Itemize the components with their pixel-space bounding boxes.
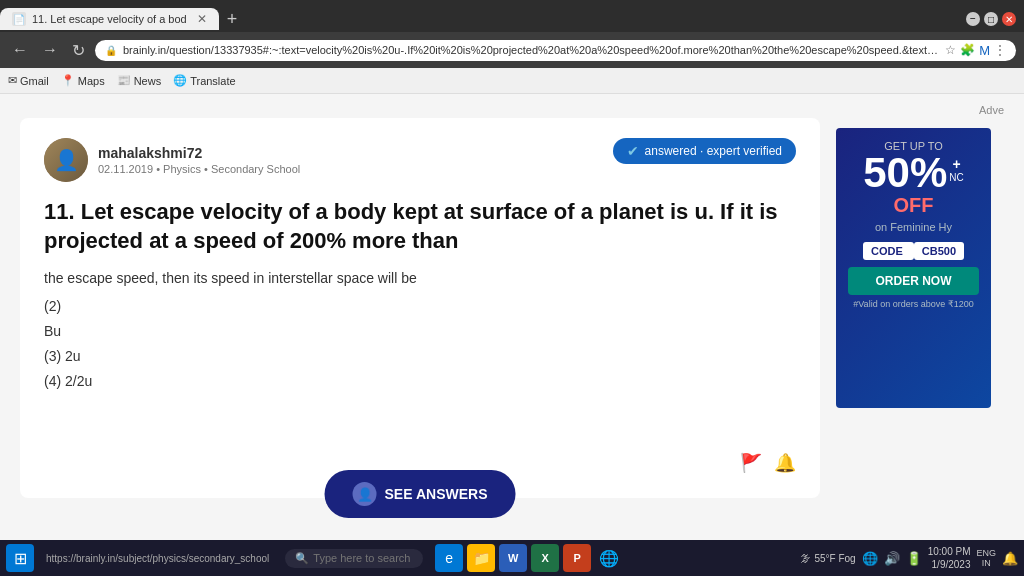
time: 10:00 PM xyxy=(928,545,971,558)
bookmarks-bar: ✉ Gmail 📍 Maps 📰 News 🌐 Translate xyxy=(0,68,1024,94)
lock-icon: 🔒 xyxy=(105,45,117,56)
weather-text: 55°F Fog xyxy=(814,553,855,564)
ad-sidebar: GET UP TO 50% + NC OFF on Feminine Hy CO… xyxy=(836,128,991,408)
menu-icon[interactable]: ⋮ xyxy=(994,43,1006,57)
bookmark-translate[interactable]: 🌐 Translate xyxy=(173,74,235,87)
avatar-image: 👤 xyxy=(44,138,88,182)
avatar: 👤 xyxy=(44,138,88,182)
start-button[interactable]: ⊞ xyxy=(6,544,34,572)
taskbar-search-bar[interactable]: 🔍 xyxy=(285,549,423,568)
ad-code: CB500 xyxy=(914,242,964,260)
close-button[interactable]: ✕ xyxy=(1002,12,1016,26)
weather-info: 🌫 55°F Fog xyxy=(801,553,855,564)
taskbar: ⊞ https://brainly.in/subject/physics/sec… xyxy=(0,540,1024,576)
answered-badge: ✔ answered · expert verified xyxy=(613,138,796,164)
bookmark-gmail[interactable]: ✉ Gmail xyxy=(8,74,49,87)
username: mahalakshmi72 xyxy=(98,145,300,161)
maps-icon: 📍 xyxy=(61,74,75,87)
user-meta: 02.11.2019 • Physics • Secondary School xyxy=(98,163,300,175)
taskbar-app-word[interactable]: W xyxy=(499,544,527,572)
tab-bar: 📄 11. Let escape velocity of a bod ✕ + −… xyxy=(0,0,1024,32)
address-bar-row: ← → ↻ 🔒 brainly.in/question/13337935#:~:… xyxy=(0,32,1024,68)
forward-button[interactable]: → xyxy=(38,39,62,61)
bookmark-maps[interactable]: 📍 Maps xyxy=(61,74,105,87)
news-icon: 📰 xyxy=(117,74,131,87)
battery-icon: 🔋 xyxy=(906,551,922,566)
gmail-icon: ✉ xyxy=(8,74,17,87)
question-card: 👤 mahalakshmi72 02.11.2019 • Physics • S… xyxy=(20,118,820,498)
tab-favicon: 📄 xyxy=(12,12,26,26)
ad-content: GET UP TO 50% + NC OFF on Feminine Hy CO… xyxy=(836,128,991,408)
address-bar[interactable]: 🔒 brainly.in/question/13337935#:~:text=v… xyxy=(95,40,1016,61)
back-button[interactable]: ← xyxy=(8,39,32,61)
see-answers-avatar: 👤 xyxy=(353,482,377,506)
bookmark-star-icon[interactable]: ☆ xyxy=(945,43,956,57)
bookmark-gmail-label: Gmail xyxy=(20,75,49,87)
profile-icon[interactable]: M xyxy=(979,43,990,58)
taskbar-app-files[interactable]: 📁 xyxy=(467,544,495,572)
page-content: Adve 👤 mahalakshmi72 xyxy=(0,94,1024,540)
ad-on: on Feminine Hy xyxy=(848,221,979,233)
network-icon: 🌐 xyxy=(862,551,878,566)
ad-percent: 50% xyxy=(863,152,947,194)
search-icon: 🔍 xyxy=(295,552,309,565)
taskbar-system-icons: 🌫 55°F Fog 🌐 🔊 🔋 10:00 PM 1/9/2023 ENG I… xyxy=(801,545,1018,571)
maximize-button[interactable]: □ xyxy=(984,12,998,26)
taskbar-apps: e 📁 W X P 🌐 xyxy=(435,544,623,572)
translate-icon: 🌐 xyxy=(173,74,187,87)
time-info: 10:00 PM 1/9/2023 xyxy=(928,545,971,571)
bookmark-maps-label: Maps xyxy=(78,75,105,87)
refresh-button[interactable]: ↻ xyxy=(68,39,89,62)
taskbar-app-chrome[interactable]: 🌐 xyxy=(595,544,623,572)
bookmark-news[interactable]: 📰 News xyxy=(117,74,162,87)
address-bar-actions: ☆ 🧩 M ⋮ xyxy=(945,43,1006,58)
see-answers-label: SEE ANSWERS xyxy=(385,486,488,502)
weather-icon: 🌫 xyxy=(801,553,811,564)
new-tab-button[interactable]: + xyxy=(219,9,246,30)
taskbar-app-edge[interactable]: e xyxy=(435,544,463,572)
date: 1/9/2023 xyxy=(928,558,971,571)
taskbar-app-powerpoint[interactable]: P xyxy=(563,544,591,572)
question-title: 11. Let escape velocity of a body kept a… xyxy=(44,198,796,255)
check-icon: ✔ xyxy=(627,143,639,159)
bottom-actions: 🚩 🔔 xyxy=(740,452,796,474)
user-info: 👤 mahalakshmi72 02.11.2019 • Physics • S… xyxy=(44,138,300,182)
ad-off: OFF xyxy=(848,194,979,217)
ad-label: Adve xyxy=(20,104,1004,116)
question-options: (2) Bu (3) 2u (4) 2/2u xyxy=(44,294,796,395)
window-controls: − □ ✕ xyxy=(966,12,1024,26)
badge-text: answered · expert verified xyxy=(645,144,782,158)
active-tab[interactable]: 📄 11. Let escape velocity of a bod ✕ xyxy=(0,8,219,30)
tab-close-button[interactable]: ✕ xyxy=(197,12,207,26)
lang-info: ENG IN xyxy=(976,548,996,568)
taskbar-url: https://brainly.in/subject/physics/secon… xyxy=(38,553,277,564)
question-header: 👤 mahalakshmi72 02.11.2019 • Physics • S… xyxy=(44,138,796,182)
search-input[interactable] xyxy=(313,552,413,564)
ad-plus: + xyxy=(949,156,963,172)
notification-button[interactable]: 🔔 xyxy=(774,452,796,474)
tab-title: 11. Let escape velocity of a bod xyxy=(32,13,187,25)
url-text: brainly.in/question/13337935#:~:text=vel… xyxy=(123,44,939,56)
ad-code-label: CODE xyxy=(863,242,914,260)
bookmark-translate-label: Translate xyxy=(190,75,235,87)
flag-button[interactable]: 🚩 xyxy=(740,452,762,474)
see-answers-button[interactable]: 👤 SEE ANSWERS xyxy=(325,470,516,518)
bookmark-news-label: News xyxy=(134,75,162,87)
minimize-button[interactable]: − xyxy=(966,12,980,26)
taskbar-app-excel[interactable]: X xyxy=(531,544,559,572)
notification-center-icon[interactable]: 🔔 xyxy=(1002,551,1018,566)
ad-nc: NC xyxy=(949,172,963,183)
question-body: the escape speed, then its speed in inte… xyxy=(44,267,796,394)
ad-fine-print: #Valid on orders above ₹1200 xyxy=(848,299,979,309)
extension-icon[interactable]: 🧩 xyxy=(960,43,975,57)
ad-order-button[interactable]: ORDER NOW xyxy=(848,267,979,295)
user-details: mahalakshmi72 02.11.2019 • Physics • Sec… xyxy=(98,145,300,175)
browser-body: Adve 👤 mahalakshmi72 xyxy=(0,94,1024,540)
volume-icon: 🔊 xyxy=(884,551,900,566)
